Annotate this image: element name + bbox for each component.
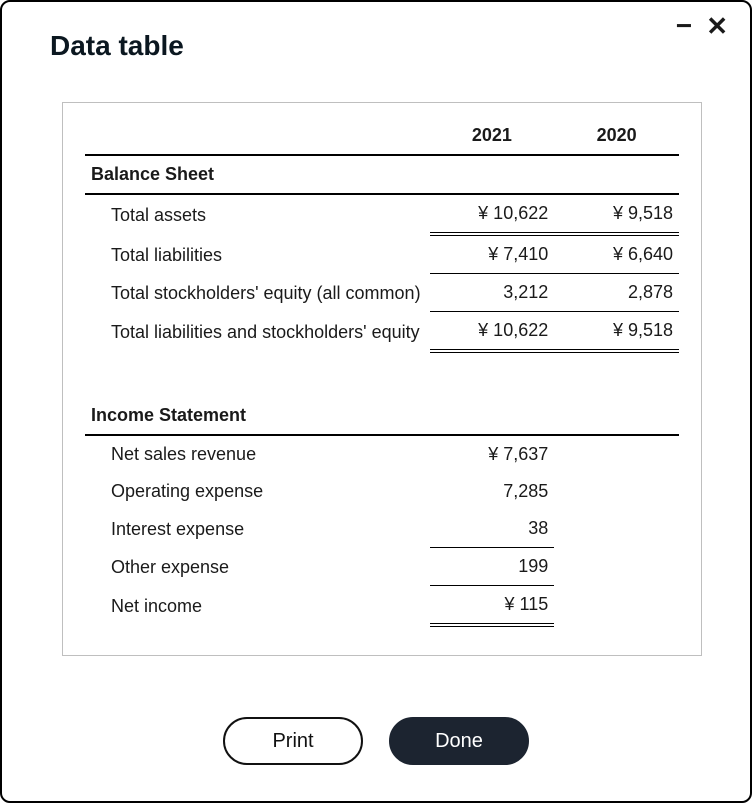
row-label: Other expense	[85, 548, 430, 586]
cell-y1: ¥ 10,622	[430, 312, 555, 352]
row-label: Total liabilities and stockholders' equi…	[85, 312, 430, 352]
window-controls: − ✕	[676, 16, 728, 36]
cell-y2	[554, 586, 679, 626]
data-table-dialog: Data table − ✕ 2021 2020 Balance Sheet	[0, 0, 752, 803]
row-total-equity: Total stockholders' equity (all common) …	[85, 274, 679, 312]
cell-y2: 2,878	[554, 274, 679, 312]
row-total-liab-and-equity: Total liabilities and stockholders' equi…	[85, 312, 679, 352]
row-label: Net sales revenue	[85, 435, 430, 473]
row-label: Total assets	[85, 194, 430, 234]
row-label: Total liabilities	[85, 234, 430, 274]
dialog-buttons: Print Done	[2, 717, 750, 765]
cell-y2	[554, 435, 679, 473]
row-label: Operating expense	[85, 473, 430, 510]
row-label: Total stockholders' equity (all common)	[85, 274, 430, 312]
row-other-expense: Other expense 199	[85, 548, 679, 586]
cell-y1: 7,285	[430, 473, 555, 510]
print-button[interactable]: Print	[223, 717, 363, 765]
row-total-assets: Total assets ¥ 10,622 ¥ 9,518	[85, 194, 679, 234]
cell-y2	[554, 473, 679, 510]
cell-y1: 199	[430, 548, 555, 586]
row-label: Interest expense	[85, 510, 430, 548]
cell-y1: ¥ 10,622	[430, 194, 555, 234]
cell-y1: ¥ 7,637	[430, 435, 555, 473]
row-total-liabilities: Total liabilities ¥ 7,410 ¥ 6,640	[85, 234, 679, 274]
close-icon[interactable]: ✕	[706, 16, 728, 36]
financial-table: 2021 2020 Balance Sheet Total assets ¥ 1…	[85, 117, 679, 627]
section-heading: Balance Sheet	[85, 155, 679, 194]
cell-y2: ¥ 6,640	[554, 234, 679, 274]
dialog-title: Data table	[50, 30, 710, 62]
cell-y1: ¥ 7,410	[430, 234, 555, 274]
col-2020: 2020	[554, 117, 679, 155]
dialog-titlebar: Data table − ✕	[2, 2, 750, 72]
section-heading: Income Statement	[85, 397, 679, 435]
cell-y2: ¥ 9,518	[554, 194, 679, 234]
section-balance-sheet: Balance Sheet	[85, 155, 679, 194]
cell-y2	[554, 510, 679, 548]
row-interest-expense: Interest expense 38	[85, 510, 679, 548]
table-frame: 2021 2020 Balance Sheet Total assets ¥ 1…	[62, 102, 702, 656]
row-net-income: Net income ¥ 115	[85, 586, 679, 626]
cell-y1: 3,212	[430, 274, 555, 312]
section-spacer	[85, 351, 679, 397]
cell-y1: ¥ 115	[430, 586, 555, 626]
cell-y1: 38	[430, 510, 555, 548]
column-header-row: 2021 2020	[85, 117, 679, 155]
section-income-statement: Income Statement	[85, 397, 679, 435]
done-button[interactable]: Done	[389, 717, 529, 765]
row-operating-expense: Operating expense 7,285	[85, 473, 679, 510]
minimize-icon[interactable]: −	[676, 21, 692, 31]
row-net-sales: Net sales revenue ¥ 7,637	[85, 435, 679, 473]
row-label: Net income	[85, 586, 430, 626]
cell-y2	[554, 548, 679, 586]
col-2021: 2021	[430, 117, 555, 155]
cell-y2: ¥ 9,518	[554, 312, 679, 352]
